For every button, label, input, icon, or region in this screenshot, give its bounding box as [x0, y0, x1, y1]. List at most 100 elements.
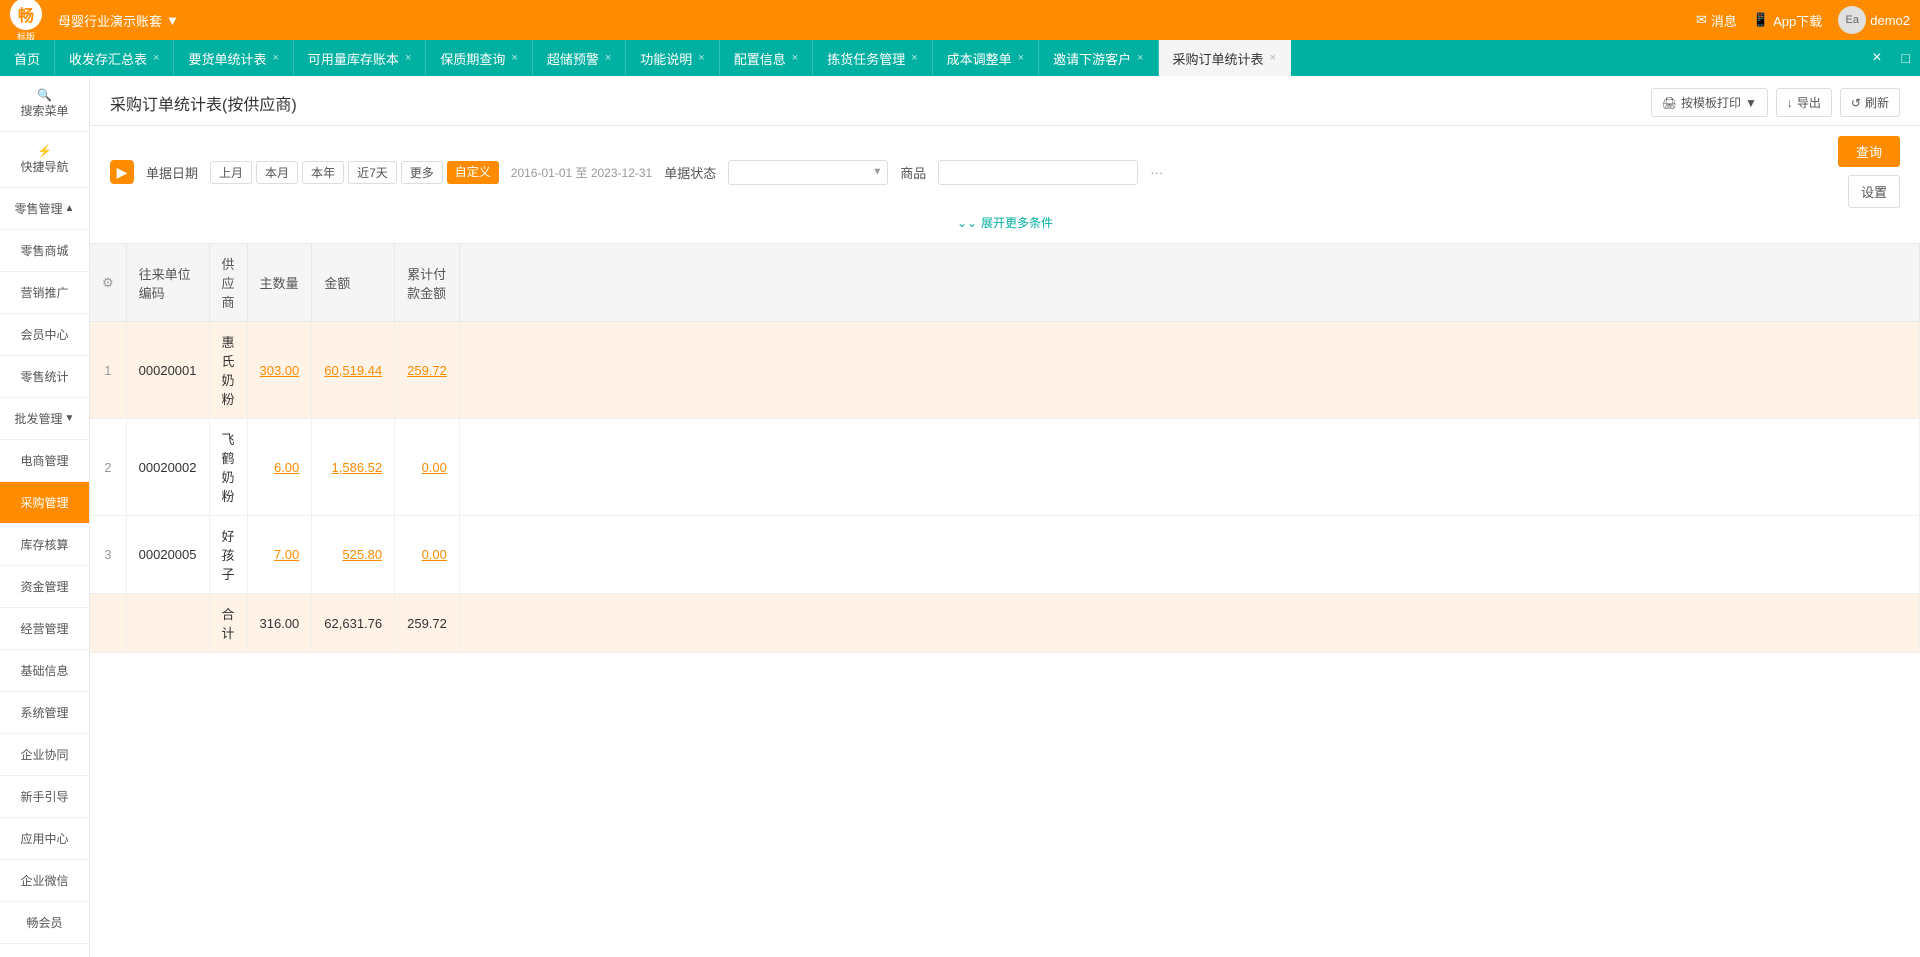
- workspace-selector[interactable]: 母婴行业演示账套 ▼: [50, 7, 187, 34]
- tab-purchase-close[interactable]: ×: [1270, 52, 1276, 64]
- tab-expiry-label: 保质期查询: [440, 49, 505, 68]
- tab-config[interactable]: 配置信息 ×: [720, 40, 813, 76]
- tab-requisition[interactable]: 要货单统计表 ×: [174, 40, 293, 76]
- tab-function[interactable]: 功能说明 ×: [626, 40, 719, 76]
- filter-btn-more[interactable]: 更多: [401, 161, 443, 184]
- filter-toggle-btn[interactable]: ▶: [110, 160, 134, 184]
- tab-requisition-close[interactable]: ×: [272, 52, 278, 64]
- tab-available[interactable]: 可用量库存账本 ×: [294, 40, 426, 76]
- filter-status-select[interactable]: [728, 160, 888, 185]
- user-area[interactable]: Ea demo2: [1838, 6, 1910, 34]
- tab-available-close[interactable]: ×: [405, 52, 411, 64]
- sidebar-item-wechat[interactable]: 企业微信: [0, 860, 89, 902]
- message-label: 消息: [1711, 11, 1737, 30]
- tab-cost[interactable]: 成本调整单 ×: [933, 40, 1039, 76]
- qty-link-3[interactable]: 7.00: [274, 547, 299, 562]
- cell-qty-3: 7.00: [247, 516, 312, 594]
- tab-config-close[interactable]: ×: [792, 52, 798, 64]
- tab-overstock[interactable]: 超储预警 ×: [533, 40, 626, 76]
- qty-link-1[interactable]: 303.00: [260, 363, 300, 378]
- tab-expiry-close[interactable]: ×: [511, 52, 517, 64]
- column-settings-icon[interactable]: ⚙: [102, 275, 114, 290]
- filter-goods-input[interactable]: [938, 160, 1138, 185]
- maximize-btn[interactable]: □: [1892, 50, 1920, 66]
- sidebar-inventory-label: 库存核算: [4, 536, 85, 553]
- amount-link-1[interactable]: 60,519.44: [324, 363, 382, 378]
- filter-settings-button[interactable]: 设置: [1848, 175, 1900, 208]
- tab-task[interactable]: 拣货任务管理 ×: [813, 40, 932, 76]
- sidebar-basic-label: 基础信息: [4, 662, 85, 679]
- cell-extra-3: [459, 516, 1919, 594]
- close-all-tabs-btn[interactable]: ×: [1862, 49, 1891, 67]
- tab-home[interactable]: 首页: [0, 40, 55, 76]
- filter-more-options-btn[interactable]: ···: [1150, 165, 1163, 180]
- tab-purchase[interactable]: 采购订单统计表 ×: [1159, 40, 1291, 76]
- paid-link-1[interactable]: 259.72: [407, 363, 447, 378]
- sidebar-item-vip[interactable]: 畅会员: [0, 902, 89, 944]
- tab-function-close[interactable]: ×: [698, 52, 704, 64]
- sidebar: 🔍 搜索菜单 ⚡ 快捷导航 零售管理 ▲ 零售商城 营销推广 会员中心 零售统计…: [0, 76, 90, 957]
- query-button[interactable]: 查询: [1838, 136, 1900, 167]
- sidebar-item-search[interactable]: 🔍 搜索菜单: [0, 76, 89, 132]
- sidebar-item-enterprise[interactable]: 企业协同: [0, 734, 89, 776]
- sidebar-item-basic[interactable]: 基础信息: [0, 650, 89, 692]
- refresh-button[interactable]: ↺ 刷新: [1840, 88, 1900, 117]
- amount-link-3[interactable]: 525.80: [342, 547, 382, 562]
- sidebar-item-appcenter[interactable]: 应用中心: [0, 818, 89, 860]
- app-download-btn[interactable]: 📱 App下载: [1753, 11, 1822, 30]
- sidebar-item-wholesale[interactable]: 批发管理 ▼: [0, 398, 89, 440]
- tab-overstock-label: 超储预警: [547, 49, 599, 68]
- sidebar-appcenter-label: 应用中心: [4, 830, 85, 847]
- message-btn[interactable]: ✉ 消息: [1696, 11, 1737, 30]
- table-row: 2 00020002 飞鹤奶粉 6.00 1,586.52 0.00: [90, 419, 1920, 516]
- print-button[interactable]: 🖨 按模板打印 ▼: [1651, 88, 1768, 117]
- qty-link-2[interactable]: 6.00: [274, 460, 299, 475]
- retail-arrow-icon: ▲: [65, 203, 75, 214]
- export-button[interactable]: ↓ 导出: [1776, 88, 1832, 117]
- tab-invite-close[interactable]: ×: [1137, 52, 1143, 64]
- sidebar-item-newbie[interactable]: 新手引导: [0, 776, 89, 818]
- filter-date-label: 单据日期: [146, 163, 198, 182]
- sidebar-item-retail[interactable]: 零售管理 ▲: [0, 188, 89, 230]
- filter-btn-last-month[interactable]: 上月: [210, 161, 252, 184]
- filter-btn-this-month[interactable]: 本月: [256, 161, 298, 184]
- amount-link-2[interactable]: 1,586.52: [332, 460, 383, 475]
- tab-expiry[interactable]: 保质期查询 ×: [426, 40, 532, 76]
- tab-invite[interactable]: 邀请下游客户 ×: [1039, 40, 1158, 76]
- tab-overstock-close[interactable]: ×: [605, 52, 611, 64]
- th-settings[interactable]: ⚙: [90, 244, 126, 322]
- sidebar-item-system[interactable]: 系统管理: [0, 692, 89, 734]
- tab-receivepay[interactable]: 收发存汇总表 ×: [55, 40, 174, 76]
- expand-more-btn[interactable]: ⌄⌄ 展开更多条件: [957, 214, 1053, 231]
- sidebar-item-quicknav[interactable]: ⚡ 快捷导航: [0, 132, 89, 188]
- table-header: ⚙ 往来单位编码 供应商 主数量 金额 累计付款金额: [90, 244, 1920, 322]
- main-area: 🔍 搜索菜单 ⚡ 快捷导航 零售管理 ▲ 零售商城 营销推广 会员中心 零售统计…: [0, 76, 1920, 957]
- paid-link-3[interactable]: 0.00: [422, 547, 447, 562]
- sidebar-item-member[interactable]: 会员中心: [0, 314, 89, 356]
- paid-link-2[interactable]: 0.00: [422, 460, 447, 475]
- sidebar-item-inventory[interactable]: 库存核算: [0, 524, 89, 566]
- logo-area: 畅 标版: [10, 0, 42, 43]
- sidebar-item-retail-shop[interactable]: 零售商城: [0, 230, 89, 272]
- tab-task-close[interactable]: ×: [911, 52, 917, 64]
- sidebar-item-retail-stat[interactable]: 零售统计: [0, 356, 89, 398]
- workspace-name: 母婴行业演示账套: [58, 11, 162, 30]
- filter-btn-7days[interactable]: 近7天: [348, 161, 397, 184]
- sidebar-item-finance[interactable]: 资金管理: [0, 566, 89, 608]
- nav-tabs: 首页 收发存汇总表 × 要货单统计表 × 可用量库存账本 × 保质期查询 × 超…: [0, 40, 1920, 76]
- sidebar-item-ecommerce[interactable]: 电商管理: [0, 440, 89, 482]
- sidebar-wholesale-label: 批发管理: [15, 410, 63, 427]
- export-label: 导出: [1797, 94, 1821, 111]
- footer-no: [90, 594, 126, 653]
- cell-code-1: 00020001: [126, 322, 209, 419]
- filter-btn-this-year[interactable]: 本年: [302, 161, 344, 184]
- sidebar-item-operation[interactable]: 经营管理: [0, 608, 89, 650]
- tab-receivepay-close[interactable]: ×: [153, 52, 159, 64]
- footer-extra: [459, 594, 1919, 653]
- cell-no-1: 1: [90, 322, 126, 419]
- sidebar-item-marketing[interactable]: 营销推广: [0, 272, 89, 314]
- tab-cost-close[interactable]: ×: [1018, 52, 1024, 64]
- cell-qty-2: 6.00: [247, 419, 312, 516]
- sidebar-item-purchase[interactable]: 采购管理: [0, 482, 89, 524]
- page-actions: 🖨 按模板打印 ▼ ↓ 导出 ↺ 刷新: [1651, 88, 1900, 117]
